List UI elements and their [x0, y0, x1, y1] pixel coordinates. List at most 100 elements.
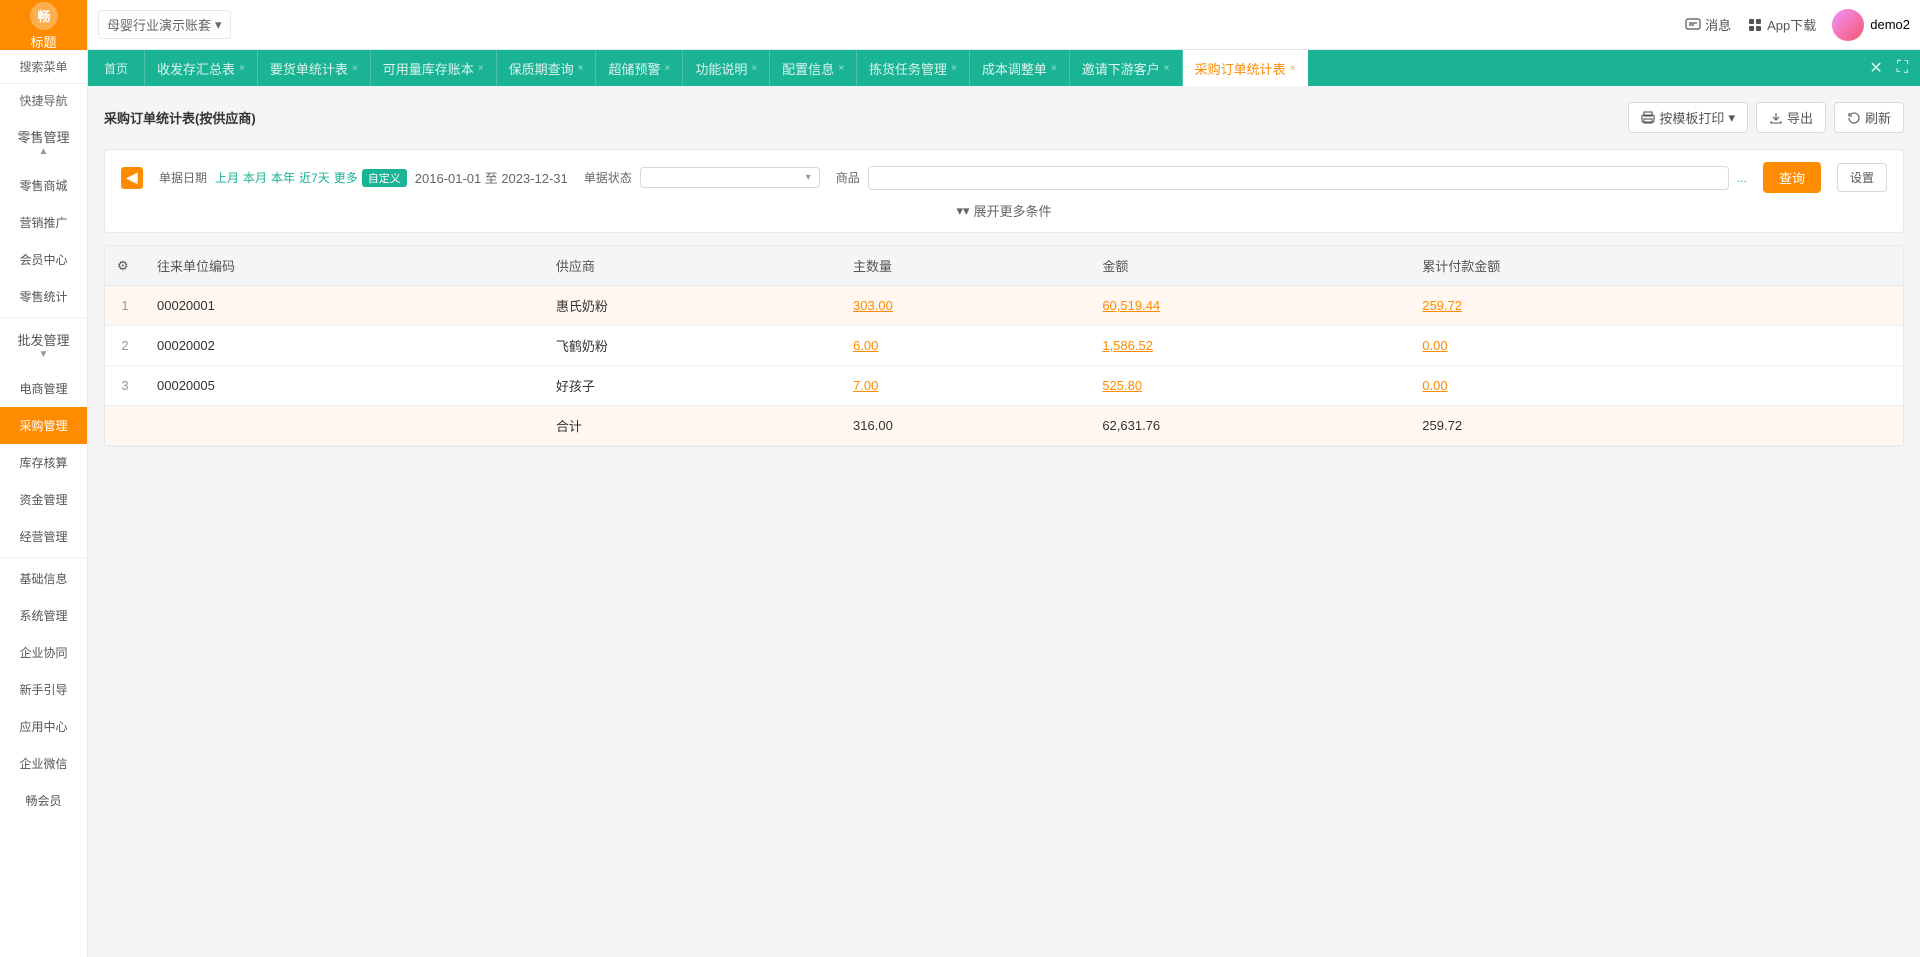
paid-link[interactable]: 259.72 [1422, 298, 1462, 313]
tab-close-cost-adjust[interactable]: × [1051, 63, 1057, 74]
tab-pick-task[interactable]: 拣货任务管理 × [857, 50, 970, 86]
sidebar-item-appcenter[interactable]: 应用中心 [0, 708, 87, 745]
cell-extra [1809, 326, 1903, 366]
sidebar-item-inventory[interactable]: 库存核算 [0, 444, 87, 481]
shortcut-7days[interactable]: 近7天 [299, 169, 330, 186]
app-download-button[interactable]: App下载 [1747, 15, 1816, 34]
retail-arrow: ▲ [39, 146, 49, 157]
tab-close-function-desc[interactable]: × [751, 63, 757, 74]
tab-cost-adjust[interactable]: 成本调整单 × [970, 50, 1070, 86]
sidebar-item-system[interactable]: 系统管理 [0, 597, 87, 634]
sidebar-item-guide[interactable]: 新手引导 [0, 671, 87, 708]
page-title: 采购订单统计表(按供应商) [104, 108, 256, 127]
cell-no: 2 [105, 326, 145, 366]
tab-close-receive-summary[interactable]: × [239, 63, 245, 74]
th-code: 往来单位编码 [145, 246, 544, 286]
tab-close-purchase-stats[interactable]: × [352, 63, 358, 74]
tab-close-purchase-order-stats[interactable]: × [1290, 63, 1296, 74]
sidebar-item-basic[interactable]: 基础信息 [0, 560, 87, 597]
tab-home[interactable]: 首页 [88, 50, 145, 86]
tab-close-expiry-query[interactable]: × [578, 63, 584, 74]
tab-purchase-stats[interactable]: 要货单统计表 × [258, 50, 371, 86]
footer-qty: 316.00 [841, 406, 1090, 446]
sidebar-item-member[interactable]: 会员中心 [0, 241, 87, 278]
footer-empty2 [145, 406, 544, 446]
export-button[interactable]: 导出 [1756, 102, 1826, 133]
refresh-button[interactable]: 刷新 [1834, 102, 1904, 133]
custom-tag: 自定义 [362, 169, 407, 187]
tab-overstock-alert[interactable]: 超储预警 × [596, 50, 683, 86]
cell-amount: 525.80 [1090, 366, 1410, 406]
sidebar-item-retail[interactable]: 零售管理 ▲ [0, 117, 87, 167]
cell-extra [1809, 366, 1903, 406]
cell-qty: 7.00 [841, 366, 1090, 406]
amount-link[interactable]: 525.80 [1102, 378, 1142, 393]
paid-link[interactable]: 0.00 [1422, 338, 1447, 353]
tab-function-desc[interactable]: 功能说明 × [683, 50, 770, 86]
logo: 畅 标题 [0, 0, 87, 50]
tab-config-info[interactable]: 配置信息 × [770, 50, 857, 86]
more-filter-button[interactable]: ... [1737, 171, 1747, 185]
query-button[interactable]: 查询 [1763, 162, 1821, 193]
sidebar-item-wechat[interactable]: 企业微信 [0, 745, 87, 782]
sidebar-item-retail-store[interactable]: 零售商城 [0, 167, 87, 204]
print-button[interactable]: 按模板打印 ▾ [1628, 102, 1748, 133]
tab-close-config-info[interactable]: × [838, 63, 844, 74]
tab-available-stock[interactable]: 可用量库存账本 × [371, 50, 497, 86]
filter-toggle-button[interactable]: ◀ [121, 167, 143, 189]
sidebar-item-retail-stats[interactable]: 零售统计 [0, 278, 87, 315]
tab-purchase-order-stats[interactable]: 采购订单统计表 × [1183, 50, 1309, 86]
cell-qty: 6.00 [841, 326, 1090, 366]
top-bar: 母婴行业演示账套 ▾ 消息 App下载 [88, 0, 1920, 50]
tab-close-pick-task[interactable]: × [951, 63, 957, 74]
tab-close-all-button[interactable]: ✕ [1865, 56, 1886, 80]
sidebar-item-purchase[interactable]: 采购管理 [0, 407, 87, 444]
amount-link[interactable]: 60,519.44 [1102, 298, 1160, 313]
tab-maximize-button[interactable]: ⛶ [1893, 57, 1912, 79]
sidebar-item-marketing[interactable]: 营销推广 [0, 204, 87, 241]
cell-code: 00020002 [145, 326, 544, 366]
shortcut-more[interactable]: 更多 [334, 169, 358, 186]
amount-link[interactable]: 1,586.52 [1102, 338, 1153, 353]
th-gear[interactable]: ⚙ [105, 246, 145, 286]
tab-close-available-stock[interactable]: × [478, 63, 484, 74]
message-button[interactable]: 消息 [1685, 15, 1731, 34]
filter-bar: ◀ 单据日期 上月 本月 本年 近7天 更多 自定义 2016-01-01 至 [104, 149, 1904, 233]
sidebar-item-search[interactable]: 搜索菜单 [0, 50, 87, 84]
expand-filter-button[interactable]: ▾▾ 展开更多条件 [956, 201, 1051, 220]
shortcut-this-year[interactable]: 本年 [271, 169, 295, 186]
sidebar-item-wholesale[interactable]: 批发管理 ▼ [0, 320, 87, 370]
qty-link[interactable]: 303.00 [853, 298, 893, 313]
refresh-icon [1847, 111, 1861, 125]
sidebar-item-capital[interactable]: 资金管理 [0, 481, 87, 518]
tab-invite-customer[interactable]: 邀请下游客户 × [1070, 50, 1183, 86]
svg-text:畅: 畅 [37, 9, 50, 24]
sidebar-item-quick-nav[interactable]: 快捷导航 [0, 84, 87, 117]
gear-icon: ⚙ [117, 258, 129, 273]
shortcut-this-month[interactable]: 本月 [243, 169, 267, 186]
sidebar-item-ecommerce[interactable]: 电商管理 [0, 370, 87, 407]
status-select[interactable]: ▾ [640, 167, 820, 188]
sidebar-item-member2[interactable]: 畅会员 [0, 782, 87, 819]
shortcut-last-month[interactable]: 上月 [215, 169, 239, 186]
user-menu[interactable]: demo2 [1832, 9, 1910, 41]
qty-link[interactable]: 6.00 [853, 338, 878, 353]
sidebar-item-ops[interactable]: 经营管理 [0, 518, 87, 555]
tab-close-overstock-alert[interactable]: × [664, 63, 670, 74]
tab-receive-summary[interactable]: 收发存汇总表 × [145, 50, 258, 86]
sidebar-item-enterprise[interactable]: 企业协同 [0, 634, 87, 671]
goods-filter: 商品 ... [836, 166, 1747, 190]
tab-close-invite-customer[interactable]: × [1164, 63, 1170, 74]
settings-button[interactable]: 设置 [1837, 163, 1887, 192]
table-row: 1 00020001 惠氏奶粉 303.00 60,519.44 259.72 [105, 286, 1903, 326]
print-icon [1641, 111, 1655, 125]
goods-input[interactable] [868, 166, 1729, 190]
tab-expiry-query[interactable]: 保质期查询 × [497, 50, 597, 86]
print-chevron-icon: ▾ [1728, 110, 1735, 126]
paid-link[interactable]: 0.00 [1422, 378, 1447, 393]
workspace-selector[interactable]: 母婴行业演示账套 ▾ [98, 10, 231, 39]
qty-link[interactable]: 7.00 [853, 378, 878, 393]
footer-empty1 [105, 406, 145, 446]
avatar [1832, 9, 1864, 41]
wholesale-arrow: ▼ [39, 349, 49, 360]
